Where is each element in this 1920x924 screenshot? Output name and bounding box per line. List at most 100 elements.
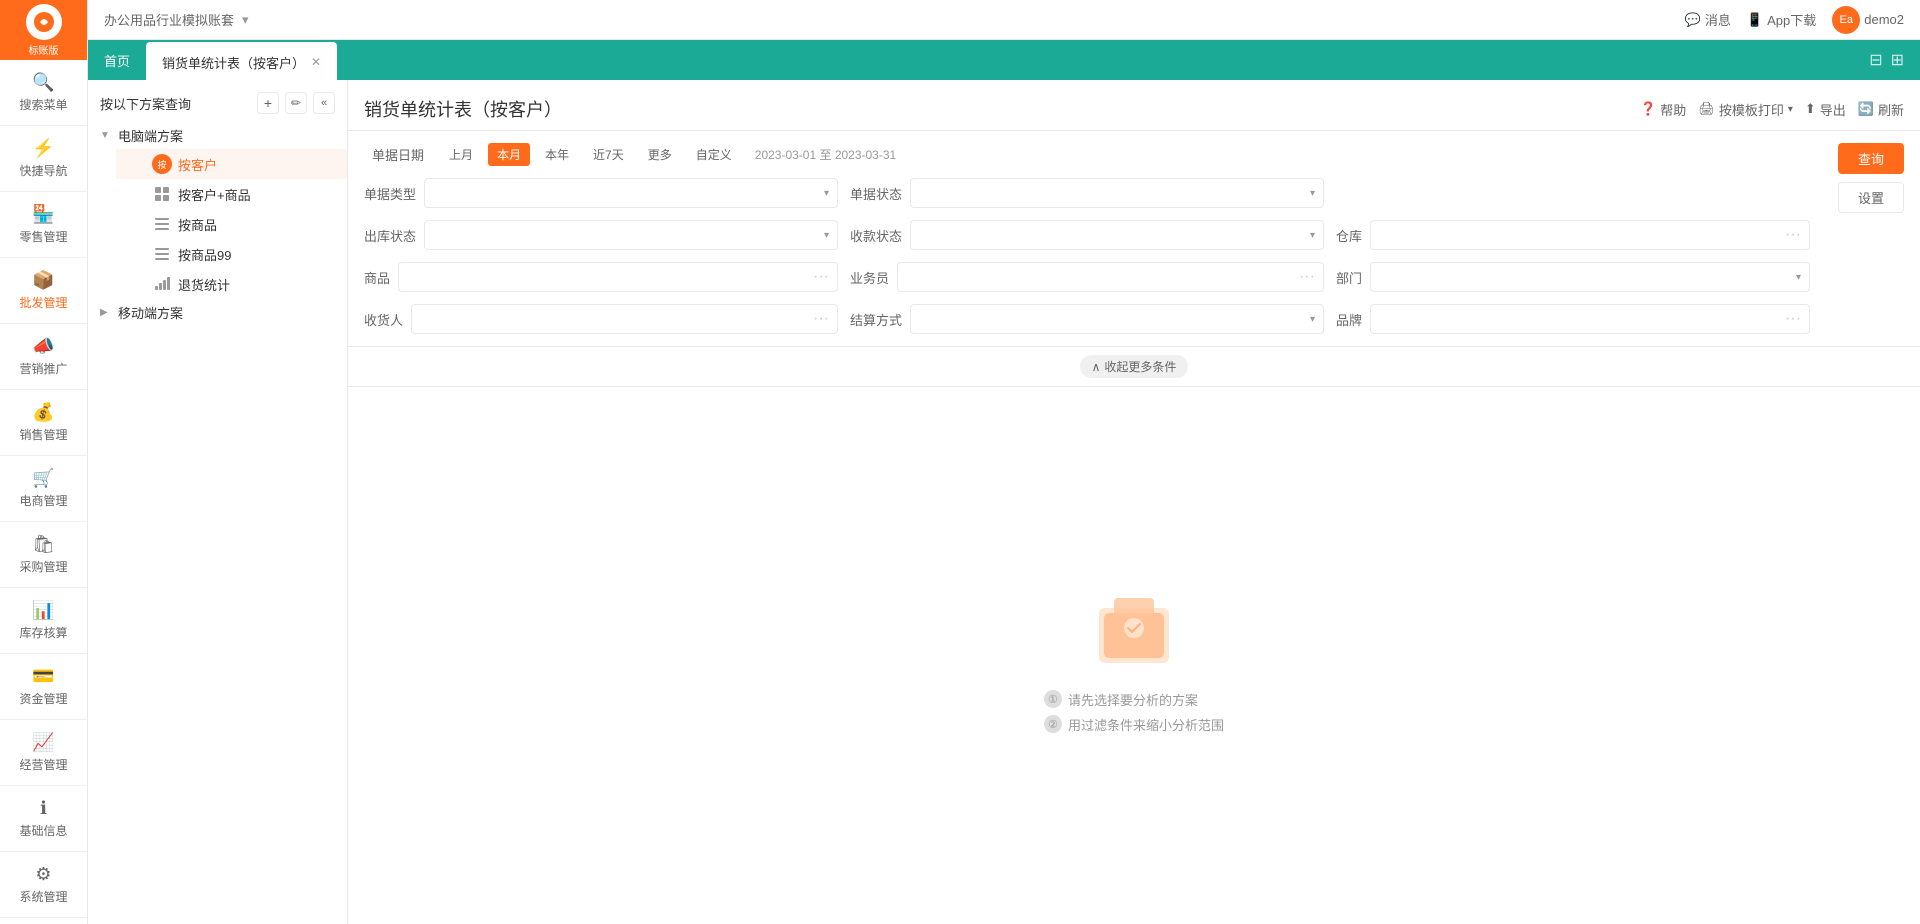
warehouse-dots[interactable]: ···	[1785, 226, 1801, 244]
sidebar-item-system[interactable]: ⚙ 系统管理	[0, 852, 87, 918]
tree-node-mobile[interactable]: ▶ 移动端方案	[88, 299, 347, 326]
date-range-text: 2023-03-01 至 2023-03-31	[755, 146, 896, 163]
setting-button[interactable]: 设置	[1838, 182, 1904, 213]
tree-node-pc[interactable]: ▼ 电脑端方案	[88, 122, 347, 149]
out-status-arrow-icon: ▾	[824, 230, 829, 241]
date-tabs: 上月 本月 本年 近7天 更多 自定义	[440, 143, 741, 166]
message-btn[interactable]: 💬 消息	[1685, 10, 1731, 29]
collapse-panel-btn[interactable]: «	[313, 92, 335, 114]
app-logo[interactable]: 标账版	[0, 0, 88, 60]
sidebar-item-ecom[interactable]: 🛒 电商管理	[0, 456, 87, 522]
edit-scheme-btn[interactable]: ✏	[285, 92, 307, 114]
tab-report[interactable]: 销货单统计表（按客户） ✕	[146, 42, 337, 82]
sidebar-item-finance[interactable]: 💳 资金管理	[0, 654, 87, 720]
hint-text-2: 用过滤条件来缩小分析范围	[1068, 715, 1224, 734]
tab-minimize-icon[interactable]: ⊟	[1869, 50, 1882, 70]
doc-type-select[interactable]: ▾	[424, 178, 838, 208]
sidebar-item-basic[interactable]: ℹ 基础信息	[0, 786, 87, 852]
main-area: 办公用品行业模拟账套 ▾ 💬 消息 📱 App下载 Ea demo2 首页 销货…	[88, 0, 1920, 924]
date-tab-this-year[interactable]: 本年	[536, 143, 578, 166]
tree-child-goods99[interactable]: 按商品99	[116, 239, 347, 269]
tab-home[interactable]: 首页	[88, 40, 146, 80]
user-menu[interactable]: Ea demo2	[1832, 6, 1904, 34]
doc-type-arrow-icon: ▾	[824, 188, 829, 199]
date-tab-custom[interactable]: 自定义	[687, 143, 741, 166]
brand-dots[interactable]: ···	[1785, 310, 1801, 328]
hint-num-2: ②	[1044, 715, 1062, 733]
sidebar-item-sales[interactable]: 💰 销售管理	[0, 390, 87, 456]
settlement-label: 结算方式	[850, 310, 902, 329]
print-dropdown-icon: ▾	[1788, 104, 1793, 115]
help-btn[interactable]: ❓ 帮助	[1640, 100, 1686, 119]
content-area: 按以下方案查询 + ✏ « ▼ 电脑端方案 按 按客户	[88, 80, 1920, 924]
sidebar-item-purchase[interactable]: 🛍 采购管理	[0, 522, 87, 588]
goods-label: 商品	[364, 268, 390, 287]
right-panel: 销货单统计表（按客户） ❓ 帮助 🖨 按模板打印 ▾ ⬆ 导出	[348, 80, 1920, 924]
sidebar-item-enterprise[interactable]: 🤝 企业协同	[0, 918, 87, 924]
tree-children-pc: 按 按客户 按客户+商品 按商品	[88, 149, 347, 299]
tree-child-customer-goods[interactable]: 按客户+商品	[116, 179, 347, 209]
dropdown-arrow-icon[interactable]: ▾	[242, 12, 249, 28]
date-tab-this-month[interactable]: 本月	[488, 143, 530, 166]
query-button[interactable]: 查询	[1838, 143, 1904, 174]
tree-child-customer-goods-label: 按客户+商品	[178, 185, 251, 204]
brand-select[interactable]: ···	[1370, 304, 1810, 334]
header-bar: 办公用品行业模拟账套 ▾ 💬 消息 📱 App下载 Ea demo2	[88, 0, 1920, 40]
export-icon: ⬆	[1805, 101, 1816, 117]
filter-brand: 品牌 ···	[1336, 304, 1810, 334]
goods99-icon	[152, 244, 172, 264]
print-icon: 🖨	[1698, 101, 1715, 117]
receiver-dots[interactable]: ···	[813, 310, 829, 328]
sidebar-item-marketing[interactable]: 📣 营销推广	[0, 324, 87, 390]
refresh-btn[interactable]: 🔄 刷新	[1858, 100, 1904, 119]
doc-status-select[interactable]: ▾	[910, 178, 1324, 208]
salesperson-dots[interactable]: ···	[1299, 268, 1315, 286]
tab-close-icon[interactable]: ✕	[311, 55, 321, 69]
tree-child-goods[interactable]: 按商品	[116, 209, 347, 239]
goods-dots[interactable]: ···	[813, 268, 829, 286]
collapse-up-icon: ∧	[1092, 360, 1101, 374]
sidebar-item-quick[interactable]: ⚡ 快捷导航	[0, 126, 87, 192]
export-btn[interactable]: ⬆ 导出	[1805, 100, 1846, 119]
settlement-select[interactable]: ▾	[910, 304, 1324, 334]
salesperson-select[interactable]: ···	[897, 262, 1324, 292]
receiver-select[interactable]: ···	[411, 304, 838, 334]
sidebar-item-label-retail: 零售管理	[19, 228, 67, 245]
sidebar-item-retail[interactable]: 🏪 零售管理	[0, 192, 87, 258]
sidebar-item-inventory[interactable]: 📊 库存核算	[0, 588, 87, 654]
department-label: 部门	[1336, 268, 1362, 287]
sidebar-item-wholesale[interactable]: 📦 批发管理	[0, 258, 87, 324]
filter-out-status: 出库状态 ▾	[364, 220, 838, 250]
add-scheme-btn[interactable]: +	[257, 92, 279, 114]
sidebar-item-operation[interactable]: 📈 经营管理	[0, 720, 87, 786]
department-select[interactable]: ▾	[1370, 262, 1810, 292]
tree-child-customer-label: 按客户	[178, 155, 217, 174]
collapse-more-btn[interactable]: ∧ 收起更多条件	[1080, 355, 1189, 378]
print-btn[interactable]: 🖨 按模板打印 ▾	[1698, 100, 1793, 119]
date-tab-last7[interactable]: 近7天	[584, 143, 633, 166]
out-status-select[interactable]: ▾	[424, 220, 838, 250]
sidebar-item-label-purchase: 采购管理	[19, 558, 67, 575]
payment-status-select[interactable]: ▾	[910, 220, 1324, 250]
filter-receiver: 收货人 ···	[364, 304, 838, 334]
date-tab-more[interactable]: 更多	[639, 143, 681, 166]
tree-child-goods99-label: 按商品99	[178, 245, 231, 264]
tab-actions: ⊟ ⊞	[1869, 50, 1920, 70]
filter-row-date: 单据日期 上月 本月 本年 近7天 更多 自定义 20	[364, 143, 1810, 166]
tab-maximize-icon[interactable]: ⊞	[1891, 50, 1904, 70]
sales-icon: 💰	[32, 402, 54, 423]
sidebar-item-label-system: 系统管理	[19, 888, 67, 905]
warehouse-select[interactable]: ···	[1370, 220, 1810, 250]
filter-area: 单据日期 上月 本月 本年 近7天 更多 自定义 20	[348, 131, 1920, 347]
payment-status-label: 收款状态	[850, 226, 902, 245]
app-download-btn[interactable]: 📱 App下载	[1747, 10, 1816, 29]
marketing-icon: 📣	[32, 336, 54, 357]
date-tab-last-month[interactable]: 上月	[440, 143, 482, 166]
tree-child-return[interactable]: 退货统计	[116, 269, 347, 299]
filter-payment-status: 收款状态 ▾	[850, 220, 1324, 250]
goods-select[interactable]: ···	[398, 262, 838, 292]
tree-child-customer[interactable]: 按 按客户	[116, 149, 347, 179]
app-logo-text: 标账版	[29, 42, 59, 57]
customer-scheme-icon: 按	[152, 154, 172, 174]
sidebar-item-search[interactable]: 🔍 搜索菜单	[0, 60, 87, 126]
